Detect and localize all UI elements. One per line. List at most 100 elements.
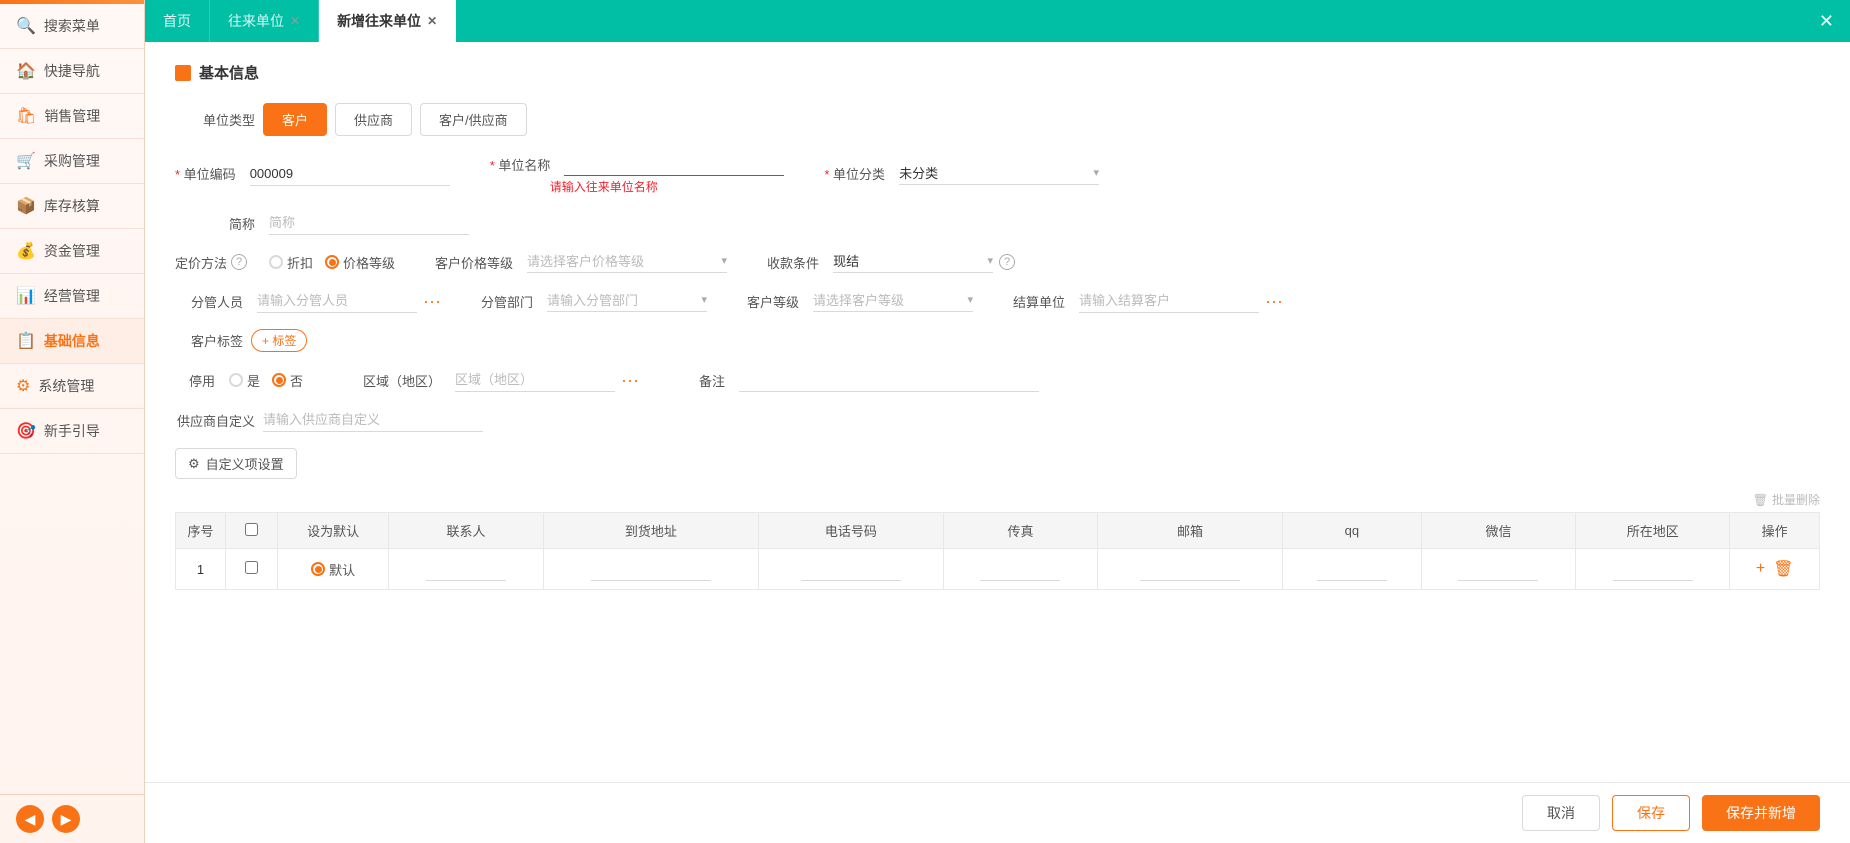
bottom-bar: 取消 保存 保存并新增 xyxy=(145,782,1850,843)
region-input[interactable] xyxy=(455,368,615,392)
row-wechat-input[interactable] xyxy=(1458,557,1538,581)
col-fax: 传真 xyxy=(943,513,1097,549)
chevron-down-icon: ▾ xyxy=(722,254,728,267)
sidebar-item-system[interactable]: ⚙ 系统管理 xyxy=(0,364,144,409)
note-field: 备注 xyxy=(699,368,1039,392)
payment-terms-select[interactable]: 现结 ▾ xyxy=(833,251,993,273)
section-title-text: 基本信息 xyxy=(199,62,259,83)
row-region-input[interactable] xyxy=(1613,557,1693,581)
col-action: 操作 xyxy=(1730,513,1820,549)
row-fax-input[interactable] xyxy=(980,557,1060,581)
settlement-unit-input[interactable] xyxy=(1079,289,1259,313)
row-qq-input[interactable] xyxy=(1317,557,1387,581)
payment-terms-help-icon[interactable]: ? xyxy=(999,254,1015,270)
type-btn-both[interactable]: 客户/供应商 xyxy=(420,103,527,136)
region-more-btn[interactable]: ··· xyxy=(621,370,639,391)
customer-price-level-select[interactable]: 请选择客户价格等级 ▾ xyxy=(527,251,727,273)
row-email-input[interactable] xyxy=(1140,557,1240,581)
operations-icon: 📊 xyxy=(16,286,36,306)
unit-code-input[interactable] xyxy=(250,162,450,186)
row-checkbox[interactable] xyxy=(245,561,258,574)
cancel-button[interactable]: 取消 xyxy=(1522,795,1600,831)
sidebar-item-basic[interactable]: 📋 基础信息 xyxy=(0,319,144,364)
radio-dot-no xyxy=(276,377,283,384)
table-body: 1 默认 xyxy=(176,549,1820,590)
sidebar-item-purchase[interactable]: 🛒 采购管理 xyxy=(0,139,144,184)
save-new-button[interactable]: 保存并新增 xyxy=(1702,795,1820,831)
tab-close-all-btn[interactable]: ✕ xyxy=(1803,11,1850,32)
unit-category-select[interactable]: 未分类 ▾ xyxy=(899,163,1099,185)
tab-home[interactable]: 首页 xyxy=(145,0,210,42)
row-contact-input[interactable] xyxy=(426,557,506,581)
row-add-btn[interactable]: + xyxy=(1756,560,1765,578)
tab-home-label: 首页 xyxy=(163,11,191,31)
col-no: 序号 xyxy=(176,513,226,549)
row-address-input[interactable] xyxy=(591,557,711,581)
manager-more-btn[interactable]: ··· xyxy=(423,291,441,312)
settlement-unit-more-btn[interactable]: ··· xyxy=(1265,291,1283,312)
tab-new-partner-close[interactable]: ✕ xyxy=(427,14,437,28)
row-qq xyxy=(1282,549,1421,590)
sidebar-item-inventory[interactable]: 📦 库存核算 xyxy=(0,184,144,229)
row-phone xyxy=(759,549,944,590)
tab-new-partner[interactable]: 新增往来单位 ✕ xyxy=(319,0,456,42)
radio-discount xyxy=(269,255,283,269)
save-button[interactable]: 保存 xyxy=(1612,795,1690,831)
sidebar-item-finance[interactable]: 💰 资金管理 xyxy=(0,229,144,274)
abbr-field: 简称 xyxy=(175,211,469,235)
customer-level-select[interactable]: 请选择客户等级 ▾ xyxy=(813,290,973,312)
note-input[interactable] xyxy=(739,368,1039,392)
disabled-option-no[interactable]: 否 xyxy=(272,371,303,390)
add-tag-btn[interactable]: + 标签 xyxy=(251,329,307,352)
row-default-cell: 默认 xyxy=(277,549,389,590)
customer-price-level-label: 客户价格等级 xyxy=(435,253,513,272)
custom-settings-btn[interactable]: ⚙ 自定义项设置 xyxy=(175,448,297,479)
unit-category-label: 单位分类 xyxy=(824,164,885,183)
sidebar-item-quicknav[interactable]: 🏠 快捷导航 xyxy=(0,49,144,94)
sidebar-item-label: 采购管理 xyxy=(44,151,100,171)
pricing-option-discount[interactable]: 折扣 xyxy=(269,253,313,272)
pricing-row: 定价方法 ? 折扣 价格等级 xyxy=(175,251,1820,273)
disabled-option-yes[interactable]: 是 xyxy=(229,371,260,390)
tab-partners-close[interactable]: ✕ xyxy=(290,14,300,28)
col-qq: qq xyxy=(1282,513,1421,549)
row-delete-btn[interactable]: 🗑 xyxy=(1773,559,1793,579)
pricing-help-icon[interactable]: ? xyxy=(231,254,247,270)
type-btn-customer[interactable]: 客户 xyxy=(263,103,327,136)
tab-partners[interactable]: 往来单位 ✕ xyxy=(210,0,319,42)
sidebar-collapse-btn[interactable]: ◀ xyxy=(16,805,44,833)
guide-icon: 🎯 xyxy=(16,421,36,441)
customer-price-level-placeholder: 请选择客户价格等级 xyxy=(527,251,717,270)
row-no: 1 xyxy=(176,549,226,590)
radio-yes xyxy=(229,373,243,387)
disabled-region-note-row: 停用 是 否 区域（地区） xyxy=(175,368,1820,392)
pricing-option-price-level[interactable]: 价格等级 xyxy=(325,253,395,272)
sidebar-expand-btn[interactable]: ▶ xyxy=(52,805,80,833)
contact-table: 序号 设为默认 联系人 到货地址 电话号码 传真 邮箱 qq 微信 所在地区 操… xyxy=(175,512,1820,590)
manager-input[interactable] xyxy=(257,289,417,313)
select-all-checkbox[interactable] xyxy=(245,523,258,536)
row-default-radio[interactable]: 默认 xyxy=(288,560,379,579)
row-checkbox-cell xyxy=(226,549,278,590)
customer-tag-row: 客户标签 + 标签 xyxy=(175,329,1820,352)
sidebar-item-search[interactable]: 🔍 搜索菜单 xyxy=(0,4,144,49)
purchase-icon: 🛒 xyxy=(16,151,36,171)
supplier-custom-input[interactable] xyxy=(263,408,483,432)
inventory-icon: 📦 xyxy=(16,196,36,216)
sidebar-item-guide[interactable]: 🎯 新手引导 xyxy=(0,409,144,454)
sidebar-item-sales[interactable]: 🛍 销售管理 xyxy=(0,94,144,139)
batch-delete-btn[interactable]: 🗑 批量删除 xyxy=(175,491,1820,508)
col-phone: 电话号码 xyxy=(759,513,944,549)
col-address: 到货地址 xyxy=(543,513,758,549)
unit-type-buttons: 客户 供应商 客户/供应商 xyxy=(263,103,527,136)
customer-level-placeholder: 请选择客户等级 xyxy=(813,290,963,309)
row-phone-input[interactable] xyxy=(801,557,901,581)
note-label: 备注 xyxy=(699,371,725,390)
dept-select[interactable]: 请输入分管部门 ▾ xyxy=(547,290,707,312)
manager-field: 分管人员 ··· xyxy=(175,289,441,313)
unit-name-input[interactable] xyxy=(564,152,784,176)
abbr-input[interactable] xyxy=(269,211,469,235)
sidebar-item-operations[interactable]: 📊 经营管理 xyxy=(0,274,144,319)
type-btn-supplier[interactable]: 供应商 xyxy=(335,103,412,136)
section-title: 基本信息 xyxy=(175,62,1820,83)
